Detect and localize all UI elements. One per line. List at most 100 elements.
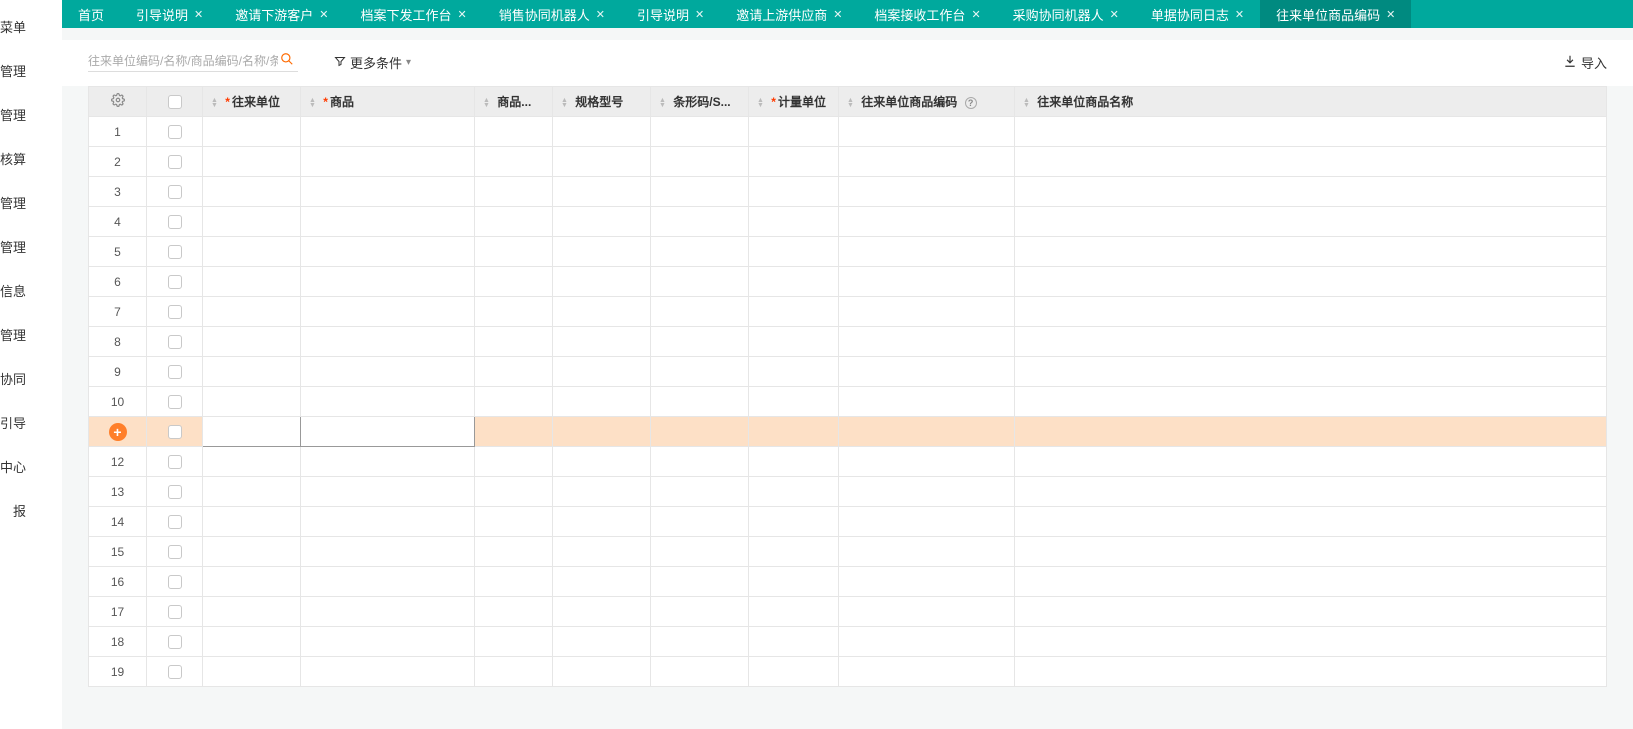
cell[interactable]	[203, 477, 301, 507]
cell[interactable]	[1015, 357, 1607, 387]
cell[interactable]	[475, 657, 553, 687]
cell[interactable]	[839, 147, 1015, 177]
cell[interactable]	[651, 117, 749, 147]
cell[interactable]	[1015, 267, 1607, 297]
close-icon[interactable]: ✕	[319, 8, 328, 21]
close-icon[interactable]: ✕	[971, 8, 980, 21]
cell[interactable]	[475, 627, 553, 657]
cell[interactable]	[475, 357, 553, 387]
cell[interactable]	[1015, 477, 1607, 507]
cell[interactable]	[749, 357, 839, 387]
cell[interactable]	[839, 537, 1015, 567]
table-row[interactable]: 9	[89, 357, 1607, 387]
cell[interactable]	[553, 147, 651, 177]
cell[interactable]	[301, 597, 475, 627]
column-settings[interactable]	[89, 87, 147, 117]
cell[interactable]	[203, 207, 301, 237]
cell[interactable]	[1015, 297, 1607, 327]
cell[interactable]	[475, 147, 553, 177]
close-icon[interactable]: ✕	[1386, 8, 1395, 21]
cell[interactable]	[651, 237, 749, 267]
cell[interactable]	[839, 507, 1015, 537]
cell[interactable]	[1015, 387, 1607, 417]
cell[interactable]	[1015, 627, 1607, 657]
row-checkbox-cell[interactable]	[147, 297, 203, 327]
cell[interactable]	[203, 537, 301, 567]
row-checkbox-cell[interactable]	[147, 417, 203, 447]
column-partner-name[interactable]: ▲▼ 往来单位商品名称	[1015, 87, 1607, 117]
cell[interactable]	[1015, 537, 1607, 567]
cell[interactable]	[301, 387, 475, 417]
cell[interactable]	[651, 327, 749, 357]
cell[interactable]	[475, 237, 553, 267]
cell[interactable]	[749, 657, 839, 687]
cell[interactable]	[553, 627, 651, 657]
cell[interactable]	[839, 297, 1015, 327]
cell[interactable]	[203, 417, 301, 447]
cell[interactable]	[1015, 657, 1607, 687]
cell[interactable]	[651, 567, 749, 597]
cell[interactable]	[553, 447, 651, 477]
cell[interactable]	[553, 237, 651, 267]
cell[interactable]	[203, 297, 301, 327]
table-row[interactable]: 16	[89, 567, 1607, 597]
cell[interactable]	[1015, 327, 1607, 357]
row-checkbox-cell[interactable]	[147, 267, 203, 297]
cell[interactable]	[301, 477, 475, 507]
export-button[interactable]: 导入	[1563, 53, 1607, 72]
cell[interactable]	[301, 207, 475, 237]
cell[interactable]	[651, 507, 749, 537]
tab[interactable]: 档案下发工作台✕	[344, 0, 482, 28]
sidebar-item[interactable]: 管理	[0, 314, 28, 358]
cell[interactable]	[553, 327, 651, 357]
row-checkbox-cell[interactable]	[147, 357, 203, 387]
sidebar-item[interactable]: 信息	[0, 270, 28, 314]
cell[interactable]	[749, 267, 839, 297]
cell[interactable]	[839, 597, 1015, 627]
column-product[interactable]: ▲▼ *商品	[301, 87, 475, 117]
cell[interactable]	[839, 387, 1015, 417]
table-row[interactable]: 18	[89, 627, 1607, 657]
cell[interactable]	[475, 117, 553, 147]
cell[interactable]	[1015, 207, 1607, 237]
sidebar-item[interactable]: 管理	[0, 226, 28, 270]
cell[interactable]	[475, 267, 553, 297]
tab[interactable]: 引导说明✕	[621, 0, 720, 28]
close-icon[interactable]: ✕	[596, 8, 605, 21]
row-checkbox-cell[interactable]	[147, 147, 203, 177]
sidebar-item[interactable]: 核算	[0, 138, 28, 182]
cell[interactable]	[301, 417, 475, 447]
cell[interactable]	[553, 387, 651, 417]
cell[interactable]	[475, 297, 553, 327]
cell[interactable]	[475, 507, 553, 537]
table-row[interactable]: 12	[89, 447, 1607, 477]
close-icon[interactable]: ✕	[194, 8, 203, 21]
row-checkbox-cell[interactable]	[147, 507, 203, 537]
table-row[interactable]: 14	[89, 507, 1607, 537]
table-row[interactable]: 13	[89, 477, 1607, 507]
cell[interactable]	[749, 207, 839, 237]
row-checkbox-cell[interactable]	[147, 477, 203, 507]
cell[interactable]	[301, 147, 475, 177]
tab[interactable]: 销售协同机器人✕	[483, 0, 621, 28]
cell[interactable]	[1015, 147, 1607, 177]
search-icon[interactable]	[280, 52, 294, 69]
cell[interactable]	[553, 657, 651, 687]
row-checkbox-cell[interactable]	[147, 387, 203, 417]
cell[interactable]	[839, 177, 1015, 207]
cell[interactable]	[839, 267, 1015, 297]
cell[interactable]	[651, 537, 749, 567]
cell[interactable]	[475, 537, 553, 567]
cell[interactable]	[301, 117, 475, 147]
cell[interactable]	[475, 387, 553, 417]
table-row[interactable]: 1	[89, 117, 1607, 147]
cell[interactable]	[553, 117, 651, 147]
cell[interactable]	[301, 507, 475, 537]
sidebar-item[interactable]: 管理	[0, 182, 28, 226]
tab[interactable]: 采购协同机器人✕	[997, 0, 1135, 28]
cell[interactable]	[749, 177, 839, 207]
cell[interactable]	[1015, 417, 1607, 447]
cell[interactable]	[749, 507, 839, 537]
cell[interactable]	[1015, 117, 1607, 147]
cell[interactable]	[553, 417, 651, 447]
